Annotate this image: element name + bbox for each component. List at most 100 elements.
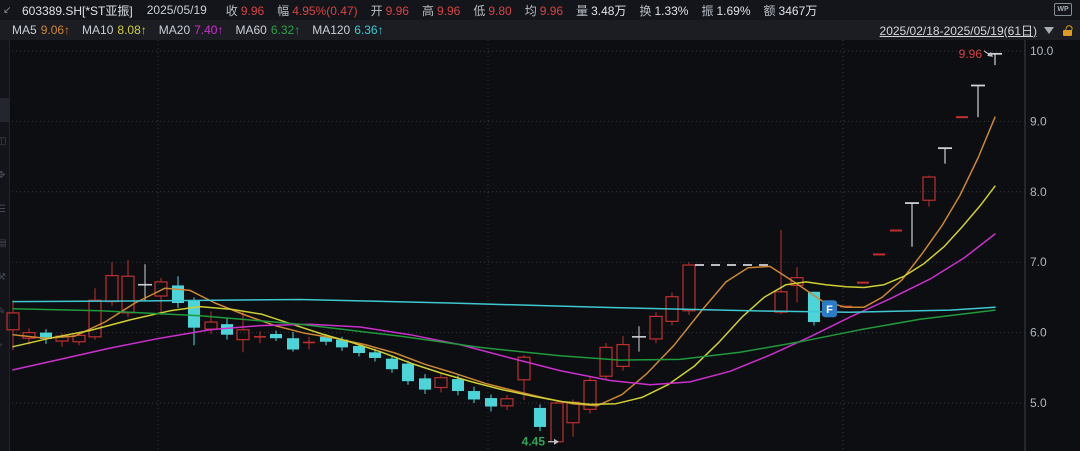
quote-field-label: 低 [473, 3, 486, 18]
ma-legend-items: MA5 9.06↑ MA10 8.08↑ MA20 7.40↑ MA60 6.32↑ MA120… [0, 23, 384, 37]
symbol-name: 603389.SH[*ST亚振] [22, 3, 133, 18]
ma-value: 9.06↑ [40, 23, 71, 37]
quote-field: 额 3467万 [764, 2, 818, 19]
quote-field-label: 高 [421, 3, 434, 18]
quote-field: 开 9.96 [371, 2, 409, 19]
ma-line-ma10 [12, 185, 996, 406]
quote-field-value: 9.96 [539, 3, 564, 18]
ma-legend-item: MA5 9.06↑ [12, 23, 70, 37]
ma-legend-item: MA120 6.36↑ [312, 23, 383, 37]
quote-field: 量 3.48万 [576, 2, 626, 19]
candle [922, 175, 936, 207]
ma-label: MA120 [312, 23, 351, 37]
chevron-down-icon[interactable] [1044, 26, 1054, 34]
y-axis-label: 8.0 [1030, 185, 1047, 199]
quote-field: 换 1.33% [639, 2, 688, 19]
low-price-label: 4.45 [522, 435, 546, 449]
quote-field-value: 9.80 [488, 3, 512, 18]
unlock-icon[interactable] [1062, 23, 1074, 37]
candle [172, 276, 184, 308]
candle [287, 331, 299, 352]
y-axis-label: 9.0 [1030, 114, 1047, 128]
ma-legend-item: MA10 8.08↑ [82, 23, 147, 37]
low-arrow-head [554, 438, 559, 445]
quote-field: 幅 4.95%(0.47) [277, 2, 357, 19]
quote-field-value: 3.48万 [591, 3, 627, 18]
candle [88, 288, 102, 340]
cursor-icon: ↙ [3, 4, 12, 16]
quote-field: 收 9.96 [226, 2, 264, 19]
quote-field: 低 9.80 [473, 2, 511, 19]
ma-label: MA10 [82, 23, 114, 37]
ma-line-ma20 [12, 233, 996, 386]
date-range-selector[interactable]: 2025/02/18-2025/05/19(61日) [880, 22, 1037, 39]
candle [583, 376, 597, 414]
ma-label: MA20 [158, 23, 191, 37]
quote-field-label: 均 [524, 3, 537, 18]
ma-label: MA60 [235, 23, 267, 37]
ma-label: MA5 [12, 23, 37, 37]
ma-line-ma60 [12, 307, 996, 361]
candle [468, 386, 480, 403]
candle [434, 374, 448, 393]
candle [270, 330, 282, 342]
quote-field: 高 9.96 [422, 2, 460, 19]
candle [303, 336, 315, 350]
candle [236, 311, 250, 353]
candle [905, 202, 919, 247]
y-axis-label: 6.0 [1030, 326, 1047, 340]
kline-chart[interactable]: 10.0 9.0 8.0 7.0 6.0 5.0 9.96 4.45 F [0, 40, 1080, 451]
candle [485, 394, 497, 412]
ma-value: 6.36↑ [354, 23, 384, 37]
ma-legend-item: MA20 7.40↑ [159, 23, 224, 37]
candle [105, 262, 119, 306]
quote-header-bar: ↙ 603389.SH[*ST亚振] 2025/05/19 收 9.96 幅 4.95… [0, 0, 1080, 20]
event-flag-letter: F [826, 304, 833, 316]
quote-date: 2025/05/19 [146, 3, 207, 17]
candle [938, 147, 952, 164]
quote-field-label: 幅 [277, 3, 290, 18]
candle [632, 326, 646, 352]
stock-chart-window: ↙ 603389.SH[*ST亚振] 2025/05/19 收 9.96 幅 4.95… [0, 0, 1080, 451]
quote-field-label: 换 [639, 3, 652, 18]
high-price-label: 9.96 [959, 47, 983, 61]
quote-field-value: 1.69% [716, 3, 751, 18]
candle [500, 395, 514, 411]
ma-value: 8.08↑ [117, 23, 147, 37]
ma-legend-bar: MA5 9.06↑ MA10 8.08↑ MA20 7.40↑ MA60 6.32↑ MA120… [0, 20, 1080, 40]
candle [616, 336, 630, 371]
y-axis-label: 10.0 [1030, 44, 1054, 58]
candle [971, 84, 985, 118]
ma-value: 7.40↑ [194, 23, 224, 37]
quote-field-value: 9.96 [385, 3, 409, 18]
quote-field-value: 1.33% [654, 3, 689, 18]
ma-value: 6.32↑ [270, 23, 301, 37]
candle [154, 277, 168, 315]
quote-field: 均 9.96 [525, 2, 563, 19]
candle [808, 291, 820, 326]
y-axis-label: 7.0 [1030, 255, 1047, 269]
candle [188, 297, 200, 346]
quote-field-value: 9.96 [240, 3, 265, 18]
quote-field-label: 额 [763, 3, 776, 18]
wp-badge-icon[interactable]: WP [1054, 3, 1072, 16]
candle [649, 312, 663, 344]
quote-field-label: 振 [701, 3, 714, 18]
candle [682, 262, 696, 315]
quote-field-value: 4.95%(0.47) [292, 3, 358, 18]
candle [534, 404, 546, 432]
candle [419, 374, 431, 394]
candle [550, 400, 564, 443]
ma-line-ma5 [12, 116, 996, 407]
quote-field-label: 开 [370, 3, 383, 18]
quote-field-label: 收 [225, 3, 238, 18]
quote-field-value: 9.96 [436, 3, 461, 18]
quote-field-label: 量 [576, 3, 589, 18]
quote-field-value: 3467万 [778, 3, 818, 18]
quote-fields: 收 9.96 幅 4.95%(0.47) 开 9.96 高 9.96 低 9.80 均 9.96 量 3.… [213, 2, 817, 19]
ma-legend-item: MA60 6.32↑ [235, 23, 300, 37]
y-axis-label: 5.0 [1030, 396, 1047, 410]
kline-chart-area[interactable]: 10.0 9.0 8.0 7.0 6.0 5.0 9.96 4.45 F [0, 40, 1080, 451]
candle [121, 260, 135, 318]
candle [599, 343, 613, 380]
